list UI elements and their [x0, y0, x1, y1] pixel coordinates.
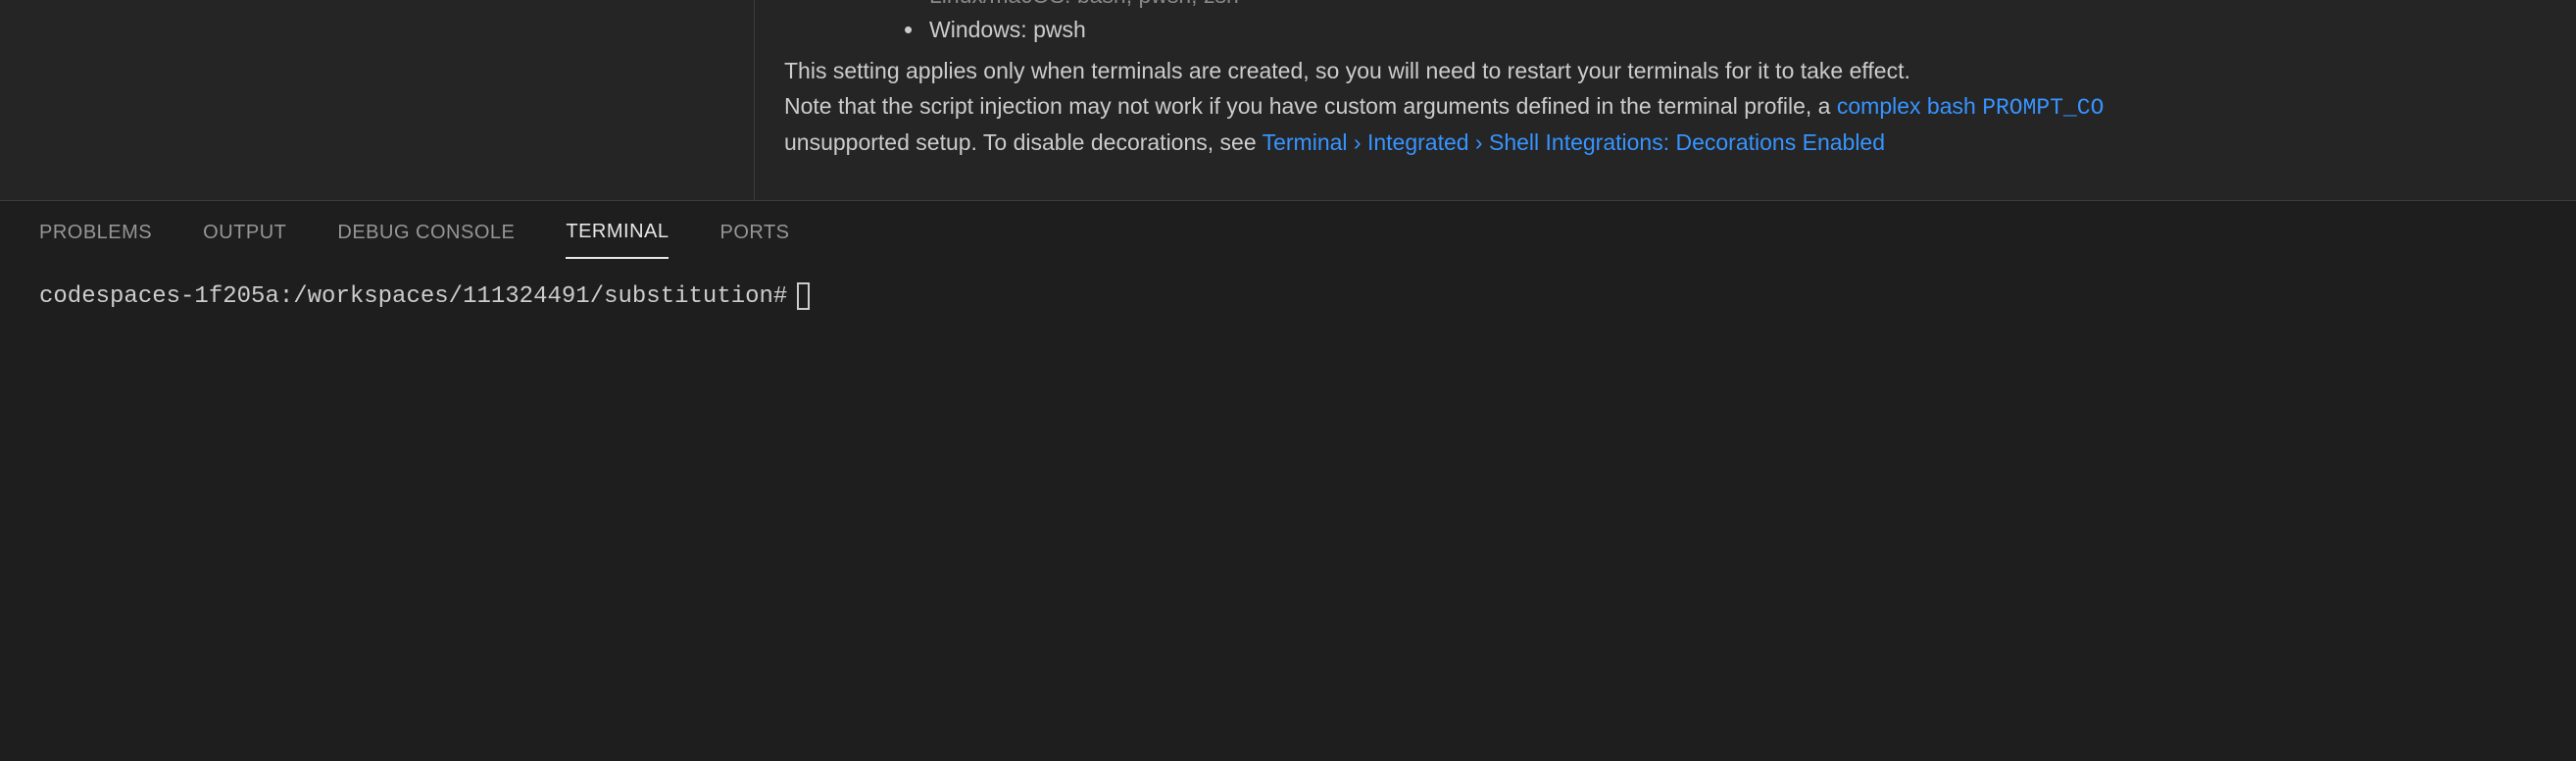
link-decorations-enabled[interactable]: Terminal › Integrated › Shell Integratio…: [1263, 129, 1885, 155]
terminal-prompt-line: codespaces-1f205a:/workspaces/111324491/…: [39, 283, 2537, 310]
settings-left-pane: [0, 0, 755, 200]
setting-note-injection: Note that the script injection may not w…: [784, 89, 2576, 127]
tab-debug-console[interactable]: DEBUG CONSOLE: [337, 222, 515, 258]
link-complex-bash[interactable]: complex bash PROMPT_CO: [1837, 93, 2105, 119]
bullet-linux-macos: Linux/macOS: bash, pwsh, zsh: [902, 0, 2576, 13]
terminal-content[interactable]: codespaces-1f205a:/workspaces/111324491/…: [0, 260, 2576, 333]
terminal-cursor: [797, 282, 810, 310]
tab-terminal[interactable]: TERMINAL: [566, 221, 669, 259]
tab-ports[interactable]: PORTS: [719, 222, 789, 258]
supported-shells-list: Linux/macOS: bash, pwsh, zsh Windows: pw…: [902, 0, 2576, 46]
terminal-prompt: codespaces-1f205a:/workspaces/111324491/…: [39, 283, 787, 310]
setting-note-disable: unsupported setup. To disable decoration…: [784, 126, 2576, 161]
editor-settings-region: Linux/macOS: bash, pwsh, zsh Windows: pw…: [0, 0, 2576, 201]
tab-problems[interactable]: PROBLEMS: [39, 222, 152, 258]
setting-note-restart: This setting applies only when terminals…: [784, 54, 2576, 89]
bullet-windows: Windows: pwsh: [902, 13, 2576, 47]
panel-tabs: PROBLEMS OUTPUT DEBUG CONSOLE TERMINAL P…: [0, 201, 2576, 260]
settings-description-pane: Linux/macOS: bash, pwsh, zsh Windows: pw…: [755, 0, 2576, 200]
tab-output[interactable]: OUTPUT: [203, 222, 286, 258]
